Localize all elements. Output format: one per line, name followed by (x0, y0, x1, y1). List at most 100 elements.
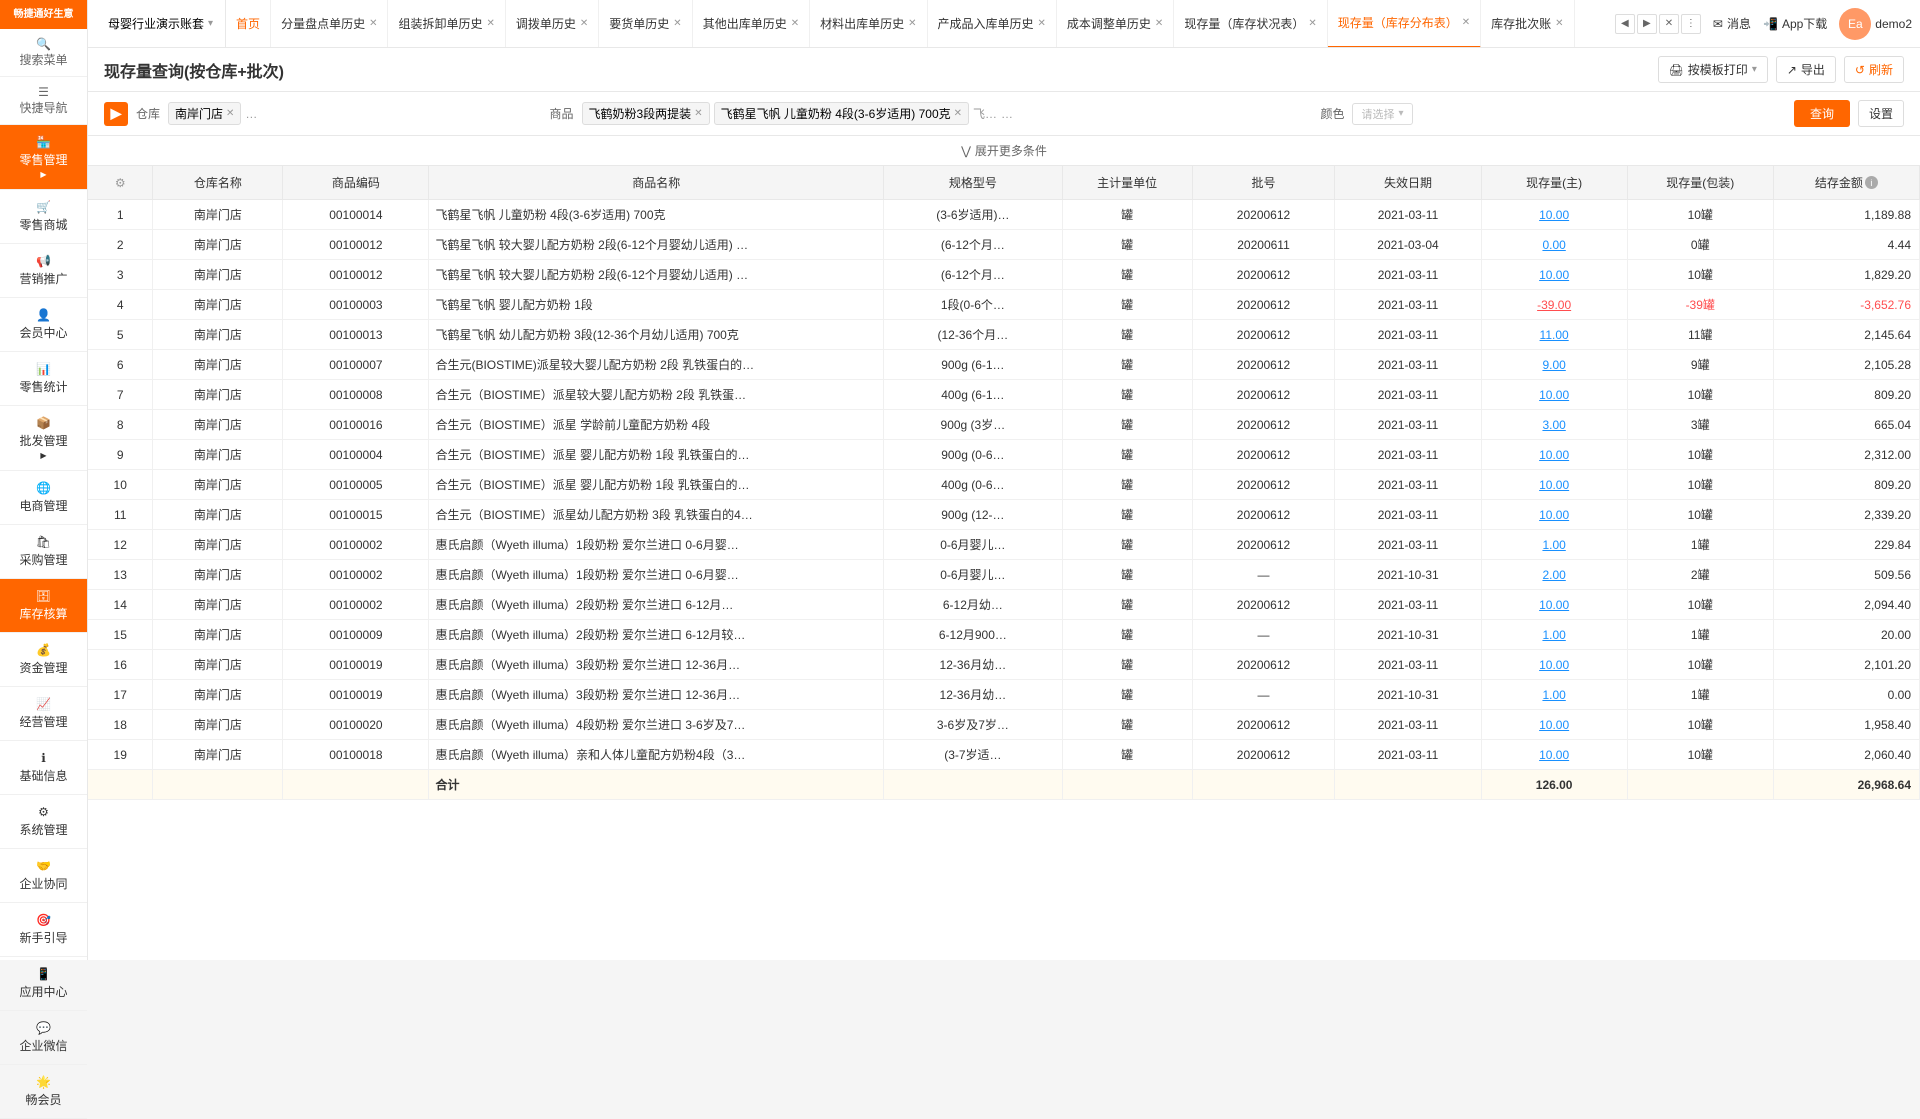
query-button[interactable]: 查询 (1794, 100, 1850, 127)
cell-stock-main[interactable]: 1.00 (1481, 680, 1627, 710)
sidebar-item-finance[interactable]: 💰 资金管理 (0, 633, 87, 687)
sidebar-item-basic-info[interactable]: ℹ 基础信息 (0, 741, 87, 795)
sidebar-item-app-center[interactable]: 📱 应用中心 (0, 957, 87, 1011)
tab-disassembly[interactable]: 组装拆卸单历史 ✕ (388, 0, 505, 48)
sidebar-item-inventory[interactable]: 🗄 库存核算 (0, 579, 87, 633)
tab-home[interactable]: 首页 (226, 0, 271, 48)
product-tag-2[interactable]: 飞鹤星飞帆 儿童奶粉 4段(3-6岁适用) 700克 ✕ (714, 102, 969, 125)
product-more-dots[interactable]: … (1001, 107, 1013, 121)
close-tab-other-out[interactable]: ✕ (791, 18, 799, 29)
sidebar-item-company-wechat[interactable]: 💬 企业微信 (0, 1011, 87, 1065)
cell-stock-main[interactable]: 1.00 (1481, 620, 1627, 650)
close-tab-stock-distribution[interactable]: ✕ (1462, 17, 1470, 28)
cell-stock-main[interactable]: 10.00 (1481, 260, 1627, 290)
sidebar-item-ops[interactable]: 📈 经营管理 (0, 687, 87, 741)
sidebar-item-purchase[interactable]: 🛍 采购管理 (0, 525, 87, 579)
color-filter-select[interactable]: 请选择 ▾ (1352, 103, 1412, 125)
th-unit: 主计量单位 (1062, 166, 1192, 200)
balance-info-icon[interactable]: i (1865, 176, 1878, 189)
filter-expand-btn[interactable]: ▶ (104, 102, 128, 126)
cell-seq: 10 (88, 470, 153, 500)
sidebar-item-sys-mgmt[interactable]: ⚙ 系统管理 (0, 795, 87, 849)
tab-batch-account[interactable]: 库存批次账 ✕ (1481, 0, 1574, 48)
export-btn[interactable]: ↗ 导出 (1776, 56, 1836, 83)
cell-stock-main[interactable]: 10.00 (1481, 200, 1627, 230)
product-more[interactable]: 飞… (973, 105, 997, 122)
table-wrapper[interactable]: ⚙ 仓库名称 商品编码 商品名称 规格型号 主计量单位 批号 失效日期 现存量(… (88, 166, 1920, 960)
cell-code: 00100019 (283, 680, 429, 710)
close-tab-btn[interactable]: ✕ (1659, 14, 1679, 34)
sidebar-item-retail-mgmt[interactable]: 🏪 零售管理 ▶ (0, 125, 87, 190)
tab-request[interactable]: 要货单历史 ✕ (599, 0, 692, 48)
print-btn[interactable]: 🖨 按模板打印 ▾ (1658, 56, 1768, 83)
tab-other-out[interactable]: 其他出库单历史 ✕ (693, 0, 810, 48)
sidebar-item-ecommerce[interactable]: 🌐 电商管理 (0, 471, 87, 525)
tab-stock-status[interactable]: 现存量（库存状况表） ✕ (1174, 0, 1327, 48)
product-tag-2-close[interactable]: ✕ (954, 108, 962, 119)
tab-picking[interactable]: 调拨单历史 ✕ (506, 0, 599, 48)
sidebar-item-retail-shop[interactable]: 🛒 零售商城 (0, 190, 87, 244)
sidebar-quick-nav[interactable]: ☰ 快捷导航 (0, 77, 87, 125)
settings-button[interactable]: 设置 (1858, 100, 1904, 127)
tab-menu-btn[interactable]: ⋮ (1681, 14, 1701, 34)
close-tab-disassembly[interactable]: ✕ (486, 18, 494, 29)
cell-stock-main[interactable]: 10.00 (1481, 380, 1627, 410)
close-tab-request[interactable]: ✕ (673, 18, 681, 29)
next-tab-btn[interactable]: ▶ (1637, 14, 1657, 34)
cell-stock-main[interactable]: 1.00 (1481, 530, 1627, 560)
cell-stock-main[interactable]: 10.00 (1481, 650, 1627, 680)
cell-stock-main[interactable]: 10.00 (1481, 740, 1627, 770)
user-profile[interactable]: Ea demo2 (1839, 8, 1912, 40)
nav-icon: ☰ (4, 85, 83, 99)
warehouse-tag-close[interactable]: ✕ (226, 108, 234, 119)
cell-stock-main[interactable]: 11.00 (1481, 320, 1627, 350)
sidebar-item-wholesale-mgmt[interactable]: 📦 批发管理 ▶ (0, 406, 87, 471)
sidebar-item-member[interactable]: 🌟 畅会员 (0, 1065, 87, 1119)
close-tab-batch-account[interactable]: ✕ (1555, 18, 1563, 29)
prev-tab-btn[interactable]: ◀ (1615, 14, 1635, 34)
cell-stock-main[interactable]: 0.00 (1481, 230, 1627, 260)
cell-stock-main[interactable]: 2.00 (1481, 560, 1627, 590)
tab-material-out[interactable]: 材料出库单历史 ✕ (810, 0, 927, 48)
product-tag-1[interactable]: 飞鹤奶粉3段两提装 ✕ (582, 102, 710, 125)
refresh-btn[interactable]: ↺ 刷新 (1844, 56, 1904, 83)
sidebar-search[interactable]: 🔍 搜索菜单 (0, 29, 87, 77)
cell-stock-main[interactable]: 10.00 (1481, 500, 1627, 530)
sidebar-item-retail-stats[interactable]: 📊 零售统计 (0, 352, 87, 406)
cell-name: 惠氏启颜（Wyeth illuma）3段奶粉 爱尔兰进口 12-36月… (429, 680, 884, 710)
sidebar-item-company-collab[interactable]: 🤝 企业协同 (0, 849, 87, 903)
cell-warehouse: 南岸门店 (153, 680, 283, 710)
cell-stock-main[interactable]: 9.00 (1481, 350, 1627, 380)
cell-stock-main[interactable]: 10.00 (1481, 440, 1627, 470)
expand-conditions-btn[interactable]: ⋁ 展开更多条件 (961, 140, 1047, 161)
warehouse-tag[interactable]: 南岸门店 ✕ (168, 102, 241, 125)
close-tab-stock-status[interactable]: ✕ (1308, 18, 1316, 29)
app-download-btn[interactable]: 📲 App下载 (1763, 15, 1827, 32)
cell-stock-pkg: 10罐 (1627, 500, 1773, 530)
cell-batch: 20200612 (1192, 440, 1335, 470)
warehouse-more[interactable]: … (245, 107, 257, 121)
tab-cost-adjust[interactable]: 成本调整单历史 ✕ (1057, 0, 1174, 48)
sidebar-item-marketing[interactable]: 📢 营销推广 (0, 244, 87, 298)
tab-split-inventory[interactable]: 分量盘点单历史 ✕ (271, 0, 388, 48)
cell-stock-main[interactable]: 10.00 (1481, 470, 1627, 500)
sidebar-item-new-guide[interactable]: 🎯 新手引导 (0, 903, 87, 957)
close-tab-split-inventory[interactable]: ✕ (369, 18, 377, 29)
cell-name: 合生元（BIOSTIME）派星 婴儿配方奶粉 1段 乳铁蛋白的… (429, 470, 884, 500)
sidebar-item-member-center[interactable]: 👤 会员中心 (0, 298, 87, 352)
product-tag-1-close[interactable]: ✕ (694, 108, 702, 119)
cell-stock-main[interactable]: -39.00 (1481, 290, 1627, 320)
close-tab-cost-adjust[interactable]: ✕ (1155, 18, 1163, 29)
cell-stock-main[interactable]: 10.00 (1481, 710, 1627, 740)
close-tab-material-out[interactable]: ✕ (908, 18, 916, 29)
message-btn[interactable]: ✉ 消息 (1713, 15, 1751, 32)
th-settings-icon[interactable]: ⚙ (88, 166, 153, 200)
cell-stock-main[interactable]: 10.00 (1481, 590, 1627, 620)
close-tab-picking[interactable]: ✕ (580, 18, 588, 29)
cell-stock-main[interactable]: 3.00 (1481, 410, 1627, 440)
tab-stock-distribution[interactable]: 现存量（库存分布表） ✕ (1328, 0, 1481, 48)
tab-product-in[interactable]: 产成品入库单历史 ✕ (928, 0, 1057, 48)
close-tab-product-in[interactable]: ✕ (1038, 18, 1046, 29)
company-selector[interactable]: 母婴行业演示账套 ▾ (96, 0, 226, 47)
cell-unit: 罐 (1062, 650, 1192, 680)
